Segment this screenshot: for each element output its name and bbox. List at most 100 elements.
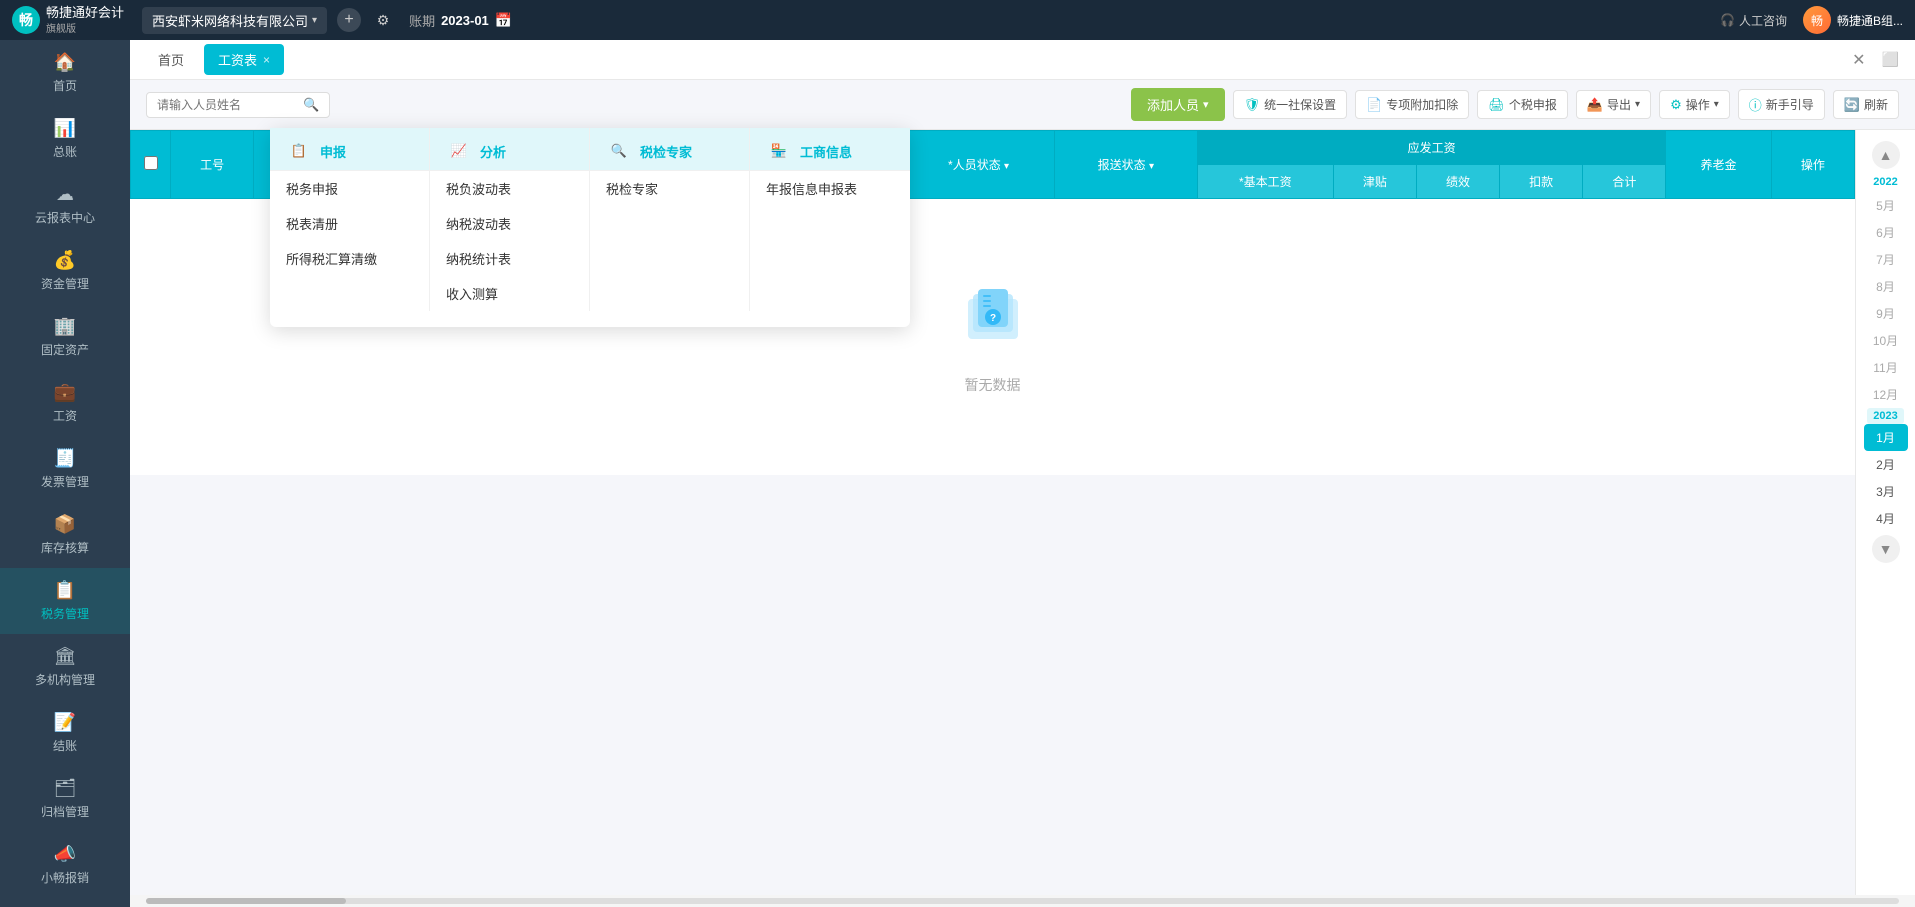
popup-section-gongshang: 🏪 工商信息 年报信息申报表 bbox=[750, 128, 910, 311]
ledger-icon: 📊 bbox=[54, 118, 76, 139]
cal-month-9[interactable]: 9月 bbox=[1864, 300, 1908, 327]
assets-icon: 🏢 bbox=[54, 316, 76, 337]
popup-item-tax-stat[interactable]: 纳税统计表 bbox=[430, 241, 589, 276]
export-button[interactable]: 📤 导出 ▾ bbox=[1576, 90, 1651, 119]
sidebar-item-close[interactable]: 📝 结账 bbox=[0, 700, 130, 766]
sidebar-item-invoice[interactable]: 🧾 发票管理 bbox=[0, 436, 130, 502]
add-person-label: 添加人员 bbox=[1147, 95, 1199, 114]
hscroll-track[interactable] bbox=[146, 898, 1899, 904]
social-icon: 🛡 bbox=[1244, 97, 1261, 113]
special-deduction-button[interactable]: 📄 专项附加扣除 bbox=[1355, 90, 1469, 119]
sidebar-item-multi[interactable]: 🏛 多机构管理 bbox=[0, 634, 130, 700]
sidebar-item-cloud[interactable]: ☁ 云报表中心 bbox=[0, 172, 130, 238]
sidebar-label-assets: 固定资产 bbox=[41, 341, 89, 358]
sidebar-item-archive[interactable]: 🗂 归档管理 bbox=[0, 766, 130, 832]
cal-month-11[interactable]: 11月 bbox=[1864, 354, 1908, 381]
topbar: 畅 畅捷通好会计 旗舰版 西安虾米网络科技有限公司 ▾ + ⚙ 账期 2023-… bbox=[0, 0, 1915, 40]
add-person-button[interactable]: 添加人员 ▾ bbox=[1131, 88, 1225, 121]
cal-month-12[interactable]: 12月 bbox=[1864, 381, 1908, 408]
sidebar-item-ledger[interactable]: 📊 总账 bbox=[0, 106, 130, 172]
guide-toolbar-icon: ⓘ bbox=[1749, 95, 1762, 114]
popup-item-annual-report[interactable]: 年报信息申报表 bbox=[750, 171, 910, 206]
sidebar-item-fund[interactable]: 💰 资金管理 bbox=[0, 238, 130, 304]
cal-month-5[interactable]: 5月 bbox=[1864, 192, 1908, 219]
search-input[interactable] bbox=[157, 98, 297, 112]
cal-month-6[interactable]: 6月 bbox=[1864, 219, 1908, 246]
sidebar-item-settings[interactable]: ⚙ 基础设置 bbox=[0, 898, 130, 907]
cal-month-4[interactable]: 4月 bbox=[1864, 505, 1908, 532]
cal-month-7[interactable]: 7月 bbox=[1864, 246, 1908, 273]
popup-section-header-fenxi: 📈 分析 bbox=[430, 128, 589, 171]
popup-item-tax-expert[interactable]: 税检专家 bbox=[590, 171, 749, 206]
popup-item-tax-fluctuate[interactable]: 纳税波动表 bbox=[430, 206, 589, 241]
period-value: 2023-01 bbox=[441, 13, 489, 28]
sub-col-allowance: 津贴 bbox=[1333, 165, 1416, 199]
prev-year-label: 2022 bbox=[1873, 172, 1897, 192]
window-maximize-icon[interactable]: ⬜ bbox=[1882, 51, 1899, 68]
company-selector[interactable]: 西安虾米网络科技有限公司 ▾ bbox=[142, 7, 327, 34]
cal-month-2[interactable]: 2月 bbox=[1864, 451, 1908, 478]
sidebar-item-home[interactable]: 🏠 首页 bbox=[0, 40, 130, 106]
sidebar-label-close: 结账 bbox=[53, 737, 77, 754]
calendar-icon[interactable]: 📅 bbox=[495, 12, 512, 29]
sidebar: 🏠 首页 📊 总账 ☁ 云报表中心 💰 资金管理 🏢 固定资产 💼 工资 🧾 发… bbox=[0, 40, 130, 907]
sidebar-item-expense[interactable]: 📣 小畅报销 bbox=[0, 832, 130, 898]
operate-button[interactable]: ⚙ 操作 ▾ bbox=[1659, 90, 1730, 119]
popup-item-tax-report[interactable]: 税务申报 bbox=[270, 171, 429, 206]
logo-icon: 畅 bbox=[12, 6, 40, 34]
sidebar-label-cloud: 云报表中心 bbox=[35, 209, 95, 226]
popup-section-fenxi: 📈 分析 税负波动表 纳税波动表 纳税统计表 收入测算 bbox=[430, 128, 590, 311]
popup-section-header-gongshang: 🏪 工商信息 bbox=[750, 128, 910, 171]
user-menu[interactable]: 畅 畅捷通B组... bbox=[1803, 6, 1903, 34]
tab-close-icon[interactable]: × bbox=[263, 53, 270, 67]
social-insurance-button[interactable]: 🛡 统一社保设置 bbox=[1233, 90, 1348, 119]
empty-text: 暂无数据 bbox=[965, 375, 1021, 395]
select-all-checkbox[interactable] bbox=[144, 156, 158, 170]
col-op: 操作 bbox=[1771, 131, 1854, 199]
popup-item-income-settle[interactable]: 所得税汇算清缴 bbox=[270, 241, 429, 276]
settings-icon[interactable]: ⚙ bbox=[371, 8, 395, 32]
popup-item-tax-form[interactable]: 税表清册 bbox=[270, 206, 429, 241]
add-company-button[interactable]: + bbox=[337, 8, 361, 32]
help-button[interactable]: 🎧 人工咨询 bbox=[1720, 12, 1787, 29]
sidebar-label-expense: 小畅报销 bbox=[41, 869, 89, 886]
guide-button[interactable]: ⓘ 新手引导 bbox=[1738, 89, 1825, 120]
tax-report-button[interactable]: 🖨 个税申报 bbox=[1477, 90, 1568, 119]
popup-menu: 📋 申报 税务申报 税表清册 所得税汇算清缴 📈 分析 税负波动表 纳税波动表 … bbox=[270, 128, 910, 327]
sidebar-label-salary: 工资 bbox=[53, 407, 77, 424]
cal-month-10[interactable]: 10月 bbox=[1864, 327, 1908, 354]
col-group-salary: 应发工资 bbox=[1197, 131, 1666, 165]
operate-label: 操作 bbox=[1686, 96, 1710, 113]
cal-prev-button[interactable]: ▲ bbox=[1872, 141, 1900, 169]
add-person-dropdown-icon: ▾ bbox=[1203, 98, 1209, 111]
cal-month-8[interactable]: 8月 bbox=[1864, 273, 1908, 300]
cal-month-1[interactable]: 1月 bbox=[1864, 424, 1908, 451]
topbar-right: 🎧 人工咨询 畅 畅捷通B组... bbox=[1720, 6, 1903, 34]
sidebar-item-assets[interactable]: 🏢 固定资产 bbox=[0, 304, 130, 370]
operate-arrow-icon: ▾ bbox=[1714, 99, 1719, 110]
tab-salary[interactable]: 工资表 × bbox=[204, 44, 284, 75]
sidebar-item-tax[interactable]: 📋 税务管理 bbox=[0, 568, 130, 634]
tab-home[interactable]: 首页 bbox=[146, 42, 196, 77]
gongshang-icon: 🏪 bbox=[766, 138, 792, 164]
sbao-icon: 📋 bbox=[286, 138, 312, 164]
curr-year-label: 2023 bbox=[1867, 408, 1903, 424]
popup-item-income-estimate[interactable]: 收入测算 bbox=[430, 276, 589, 311]
refresh-button[interactable]: 🔄 刷新 bbox=[1833, 90, 1899, 119]
window-close-icon[interactable]: ✕ bbox=[1852, 50, 1865, 70]
cal-next-button[interactable]: ▼ bbox=[1872, 535, 1900, 563]
cal-month-3[interactable]: 3月 bbox=[1864, 478, 1908, 505]
checkbox-header[interactable] bbox=[131, 131, 171, 199]
fenxi-title: 分析 bbox=[480, 142, 506, 161]
operate-icon: ⚙ bbox=[1670, 97, 1682, 113]
guide-label: 新手引导 bbox=[1766, 96, 1814, 113]
sidebar-item-inventory[interactable]: 📦 库存核算 bbox=[0, 502, 130, 568]
popup-sections: 📋 申报 税务申报 税表清册 所得税汇算清缴 📈 分析 税负波动表 纳税波动表 … bbox=[270, 128, 910, 311]
sub-col-deduct: 扣款 bbox=[1500, 165, 1583, 199]
popup-section-shuijian: 🔍 税检专家 税检专家 bbox=[590, 128, 750, 311]
popup-item-tax-burden[interactable]: 税负波动表 bbox=[430, 171, 589, 206]
hscroll-thumb[interactable] bbox=[146, 898, 346, 904]
sidebar-item-salary[interactable]: 💼 工资 bbox=[0, 370, 130, 436]
special-label: 专项附加扣除 bbox=[1386, 96, 1458, 113]
search-icon[interactable]: 🔍 bbox=[303, 97, 319, 113]
